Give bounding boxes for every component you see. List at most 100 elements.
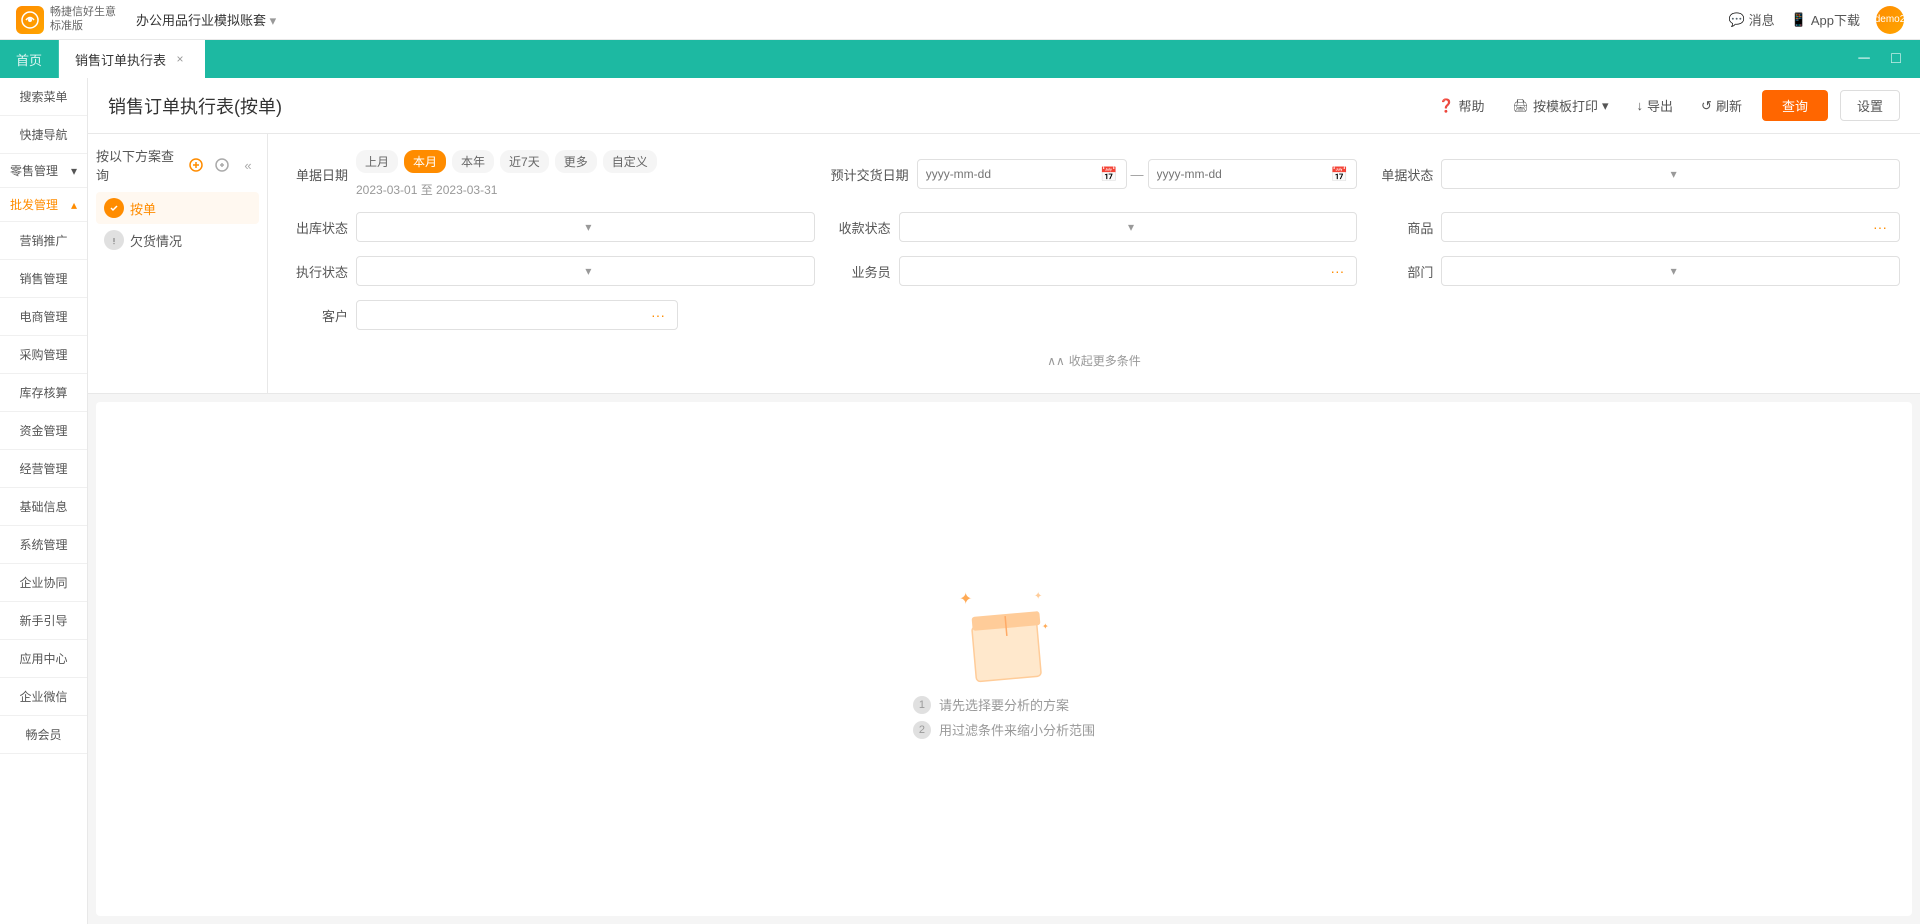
date-from-field[interactable] [926,167,1096,181]
sidebar-item-finance[interactable]: 资金管理 [0,412,87,450]
scheme-inactive-icon [104,230,124,250]
salesperson-input[interactable] [908,264,1323,278]
home-tab-label: 首页 [16,50,42,69]
sidebar-item-inventory[interactable]: 库存核算 [0,374,87,412]
svg-text:✦: ✦ [959,591,972,608]
user-menu[interactable]: demo2 [1876,6,1904,34]
sidebar-item-search[interactable]: 搜索菜单 [0,78,87,116]
filter-date-field: 单据日期 上月 本月 本年 近7天 更多 自定义 2023-03-01 至 20… [288,150,815,198]
status-label: 单据状态 [1373,165,1433,184]
calendar-to-icon: 📅 [1331,166,1348,183]
minimize-btn[interactable]: ─ [1852,47,1876,71]
empty-hints: 1 请先选择要分析的方案 2 用过滤条件来缩小分析范围 [913,695,1095,739]
scheme-collapse-btn[interactable]: « [237,154,259,176]
date-label: 单据日期 [288,165,348,184]
out-status-label: 出库状态 [288,218,348,237]
scheme-edit-btn[interactable] [211,154,233,176]
date-tag-last-month[interactable]: 上月 [356,150,398,173]
message-icon: 💬 [1728,12,1744,28]
salesperson-input-group[interactable]: ··· [899,256,1358,286]
filter-out-status-field: 出库状态 ▾ [288,212,815,242]
filter-row-1: 单据日期 上月 本月 本年 近7天 更多 自定义 2023-03-01 至 20… [288,150,1900,198]
exec-status-select[interactable]: ▾ [356,256,815,286]
collection-status-down-icon: ▾ [1128,220,1348,234]
date-tag-more[interactable]: 更多 [555,150,597,173]
logo-icon [16,6,44,34]
date-tag-this-year[interactable]: 本年 [452,150,494,173]
dept-down-icon: ▾ [1671,264,1891,278]
tab-sales-order[interactable]: 销售订单执行表 × [59,40,205,78]
predicted-date-label: 预计交货日期 [831,165,909,184]
sidebar-item-sales[interactable]: 销售管理 [0,260,87,298]
message-btn[interactable]: 💬 消息 [1728,10,1774,29]
filter-predicted-date-field: 预计交货日期 📅 — 📅 [831,159,1358,189]
goods-input[interactable] [1450,220,1865,234]
avatar: demo2 [1876,6,1904,34]
filter-scheme-panel: 按以下方案查询 [88,134,268,393]
tab-home[interactable]: 首页 [0,40,59,78]
date-to-input[interactable]: 📅 [1148,159,1358,189]
scheme-active-icon [104,198,124,218]
date-range-display: 2023-03-01 至 2023-03-31 [356,181,815,198]
svg-text:✦: ✦ [1034,591,1042,602]
empty-illustration: ✦ ✦ ✦ [954,579,1054,679]
sidebar-item-member[interactable]: 畅会员 [0,716,87,754]
scheme-item-shortage[interactable]: 欠货情况 [96,224,259,256]
sidebar-item-purchase[interactable]: 采购管理 [0,336,87,374]
sidebar-item-wholesale[interactable]: 批发管理 ▴ [0,188,87,222]
filter-scheme-header: 按以下方案查询 [96,146,259,184]
export-btn[interactable]: ↓ 导出 [1629,92,1682,119]
date-from-input[interactable]: 📅 [917,159,1127,189]
date-tag-this-month[interactable]: 本月 [404,150,446,173]
customer-input-group[interactable]: ··· [356,300,678,330]
sidebar-item-appstore[interactable]: 应用中心 [0,640,87,678]
sidebar-item-wechat[interactable]: 企业微信 [0,678,87,716]
sidebar-item-enterprise[interactable]: 企业协同 [0,564,87,602]
breadcrumb[interactable]: 办公用品行业模拟账套 ▾ [136,10,276,29]
active-tab-label: 销售订单执行表 [75,50,166,69]
collapse-chevron-icon: ∧∧ [1047,354,1065,368]
empty-state: ✦ ✦ ✦ 1 请先选择要分析的方案 2 用过滤条件来缩小分析范围 [96,402,1912,916]
tab-close-icon[interactable]: × [172,51,188,67]
sidebar-item-operations[interactable]: 经营管理 [0,450,87,488]
customer-label: 客户 [288,306,348,325]
collapse-btn[interactable]: ∧∧ 收起更多条件 [288,344,1900,377]
print-btn[interactable]: 🖨 按模板打印 ▾ [1504,92,1616,119]
sidebar-item-retail[interactable]: 零售管理 ▾ [0,154,87,188]
customer-ellipsis-icon[interactable]: ··· [647,307,669,323]
settings-button[interactable]: 设置 [1840,90,1900,121]
date-tag-7days[interactable]: 近7天 [500,150,549,173]
filter-fields: 单据日期 上月 本月 本年 近7天 更多 自定义 2023-03-01 至 20… [268,134,1920,393]
header-left: 畅捷信好生意 标准版 办公用品行业模拟账套 ▾ [16,6,276,34]
query-button[interactable]: 查询 [1762,90,1828,121]
out-status-select[interactable]: ▾ [356,212,815,242]
date-tag-custom[interactable]: 自定义 [603,150,657,173]
customer-input[interactable] [365,308,643,322]
goods-ellipsis-icon[interactable]: ··· [1869,219,1891,235]
status-select[interactable]: ▾ [1441,159,1900,189]
app-download-btn[interactable]: 📱 App下载 [1791,10,1860,29]
refresh-btn[interactable]: ↺ 刷新 [1693,92,1750,119]
scheme-add-btn[interactable] [185,154,207,176]
logo-text: 畅捷信好生意 标准版 [50,6,116,32]
top-header: 畅捷信好生意 标准版 办公用品行业模拟账套 ▾ 💬 消息 📱 App下载 dem… [0,0,1920,40]
sidebar-item-marketing[interactable]: 营销推广 [0,222,87,260]
goods-input-group[interactable]: ··· [1441,212,1900,242]
date-to-field[interactable] [1157,167,1327,181]
collection-status-select[interactable]: ▾ [899,212,1358,242]
predicted-date-range: 📅 — 📅 [917,159,1358,189]
scheme-label: 按以下方案查询 [96,146,185,184]
salesperson-ellipsis-icon[interactable]: ··· [1326,263,1348,279]
maximize-btn[interactable]: □ [1884,47,1908,71]
dept-select[interactable]: ▾ [1441,256,1900,286]
sidebar-item-ecommerce[interactable]: 电商管理 [0,298,87,336]
out-status-down-icon: ▾ [585,220,805,234]
help-btn[interactable]: ❓ 帮助 [1430,92,1492,119]
sidebar-item-system[interactable]: 系统管理 [0,526,87,564]
filter-panel: 按以下方案查询 [88,134,1920,393]
scheme-item-by-order[interactable]: 按单 [96,192,259,224]
filter-row-2: 出库状态 ▾ 收款状态 ▾ 商品 [288,212,1900,242]
sidebar-item-newbie[interactable]: 新手引导 [0,602,87,640]
sidebar-item-basic[interactable]: 基础信息 [0,488,87,526]
sidebar-item-quicknav[interactable]: 快捷导航 [0,116,87,154]
